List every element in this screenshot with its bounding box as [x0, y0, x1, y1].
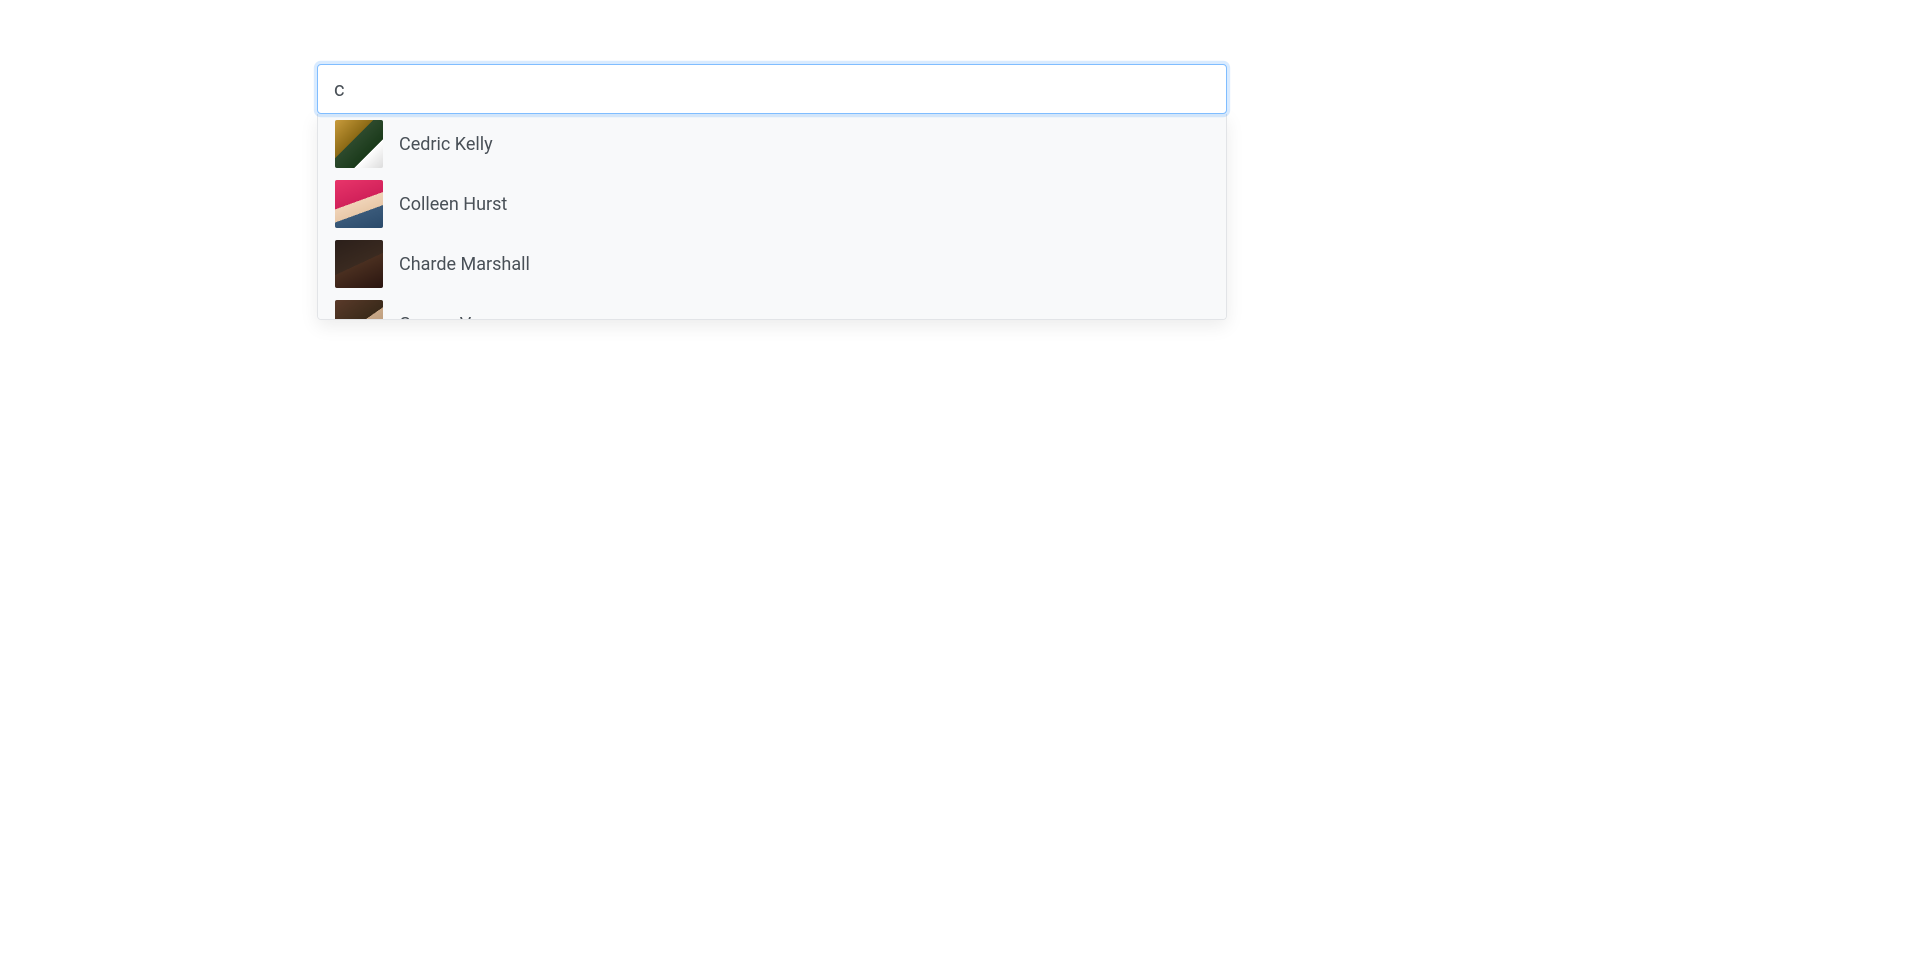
- autocomplete-option[interactable]: Charde Marshall: [318, 234, 1226, 294]
- avatar: [335, 120, 383, 168]
- autocomplete-container: Cedric Kelly Colleen Hurst Charde Marsha…: [317, 64, 1227, 320]
- search-input[interactable]: [317, 64, 1227, 114]
- avatar: [335, 300, 383, 320]
- person-name: Charde Marshall: [399, 254, 530, 275]
- autocomplete-option[interactable]: Cedric Kelly: [318, 114, 1226, 174]
- person-name: Caesar Vance: [399, 314, 509, 321]
- avatar: [335, 240, 383, 288]
- autocomplete-dropdown[interactable]: Cedric Kelly Colleen Hurst Charde Marsha…: [317, 114, 1227, 320]
- autocomplete-option[interactable]: Colleen Hurst: [318, 174, 1226, 234]
- person-name: Colleen Hurst: [399, 194, 507, 215]
- person-name: Cedric Kelly: [399, 134, 493, 155]
- autocomplete-option[interactable]: Caesar Vance: [318, 294, 1226, 320]
- avatar: [335, 180, 383, 228]
